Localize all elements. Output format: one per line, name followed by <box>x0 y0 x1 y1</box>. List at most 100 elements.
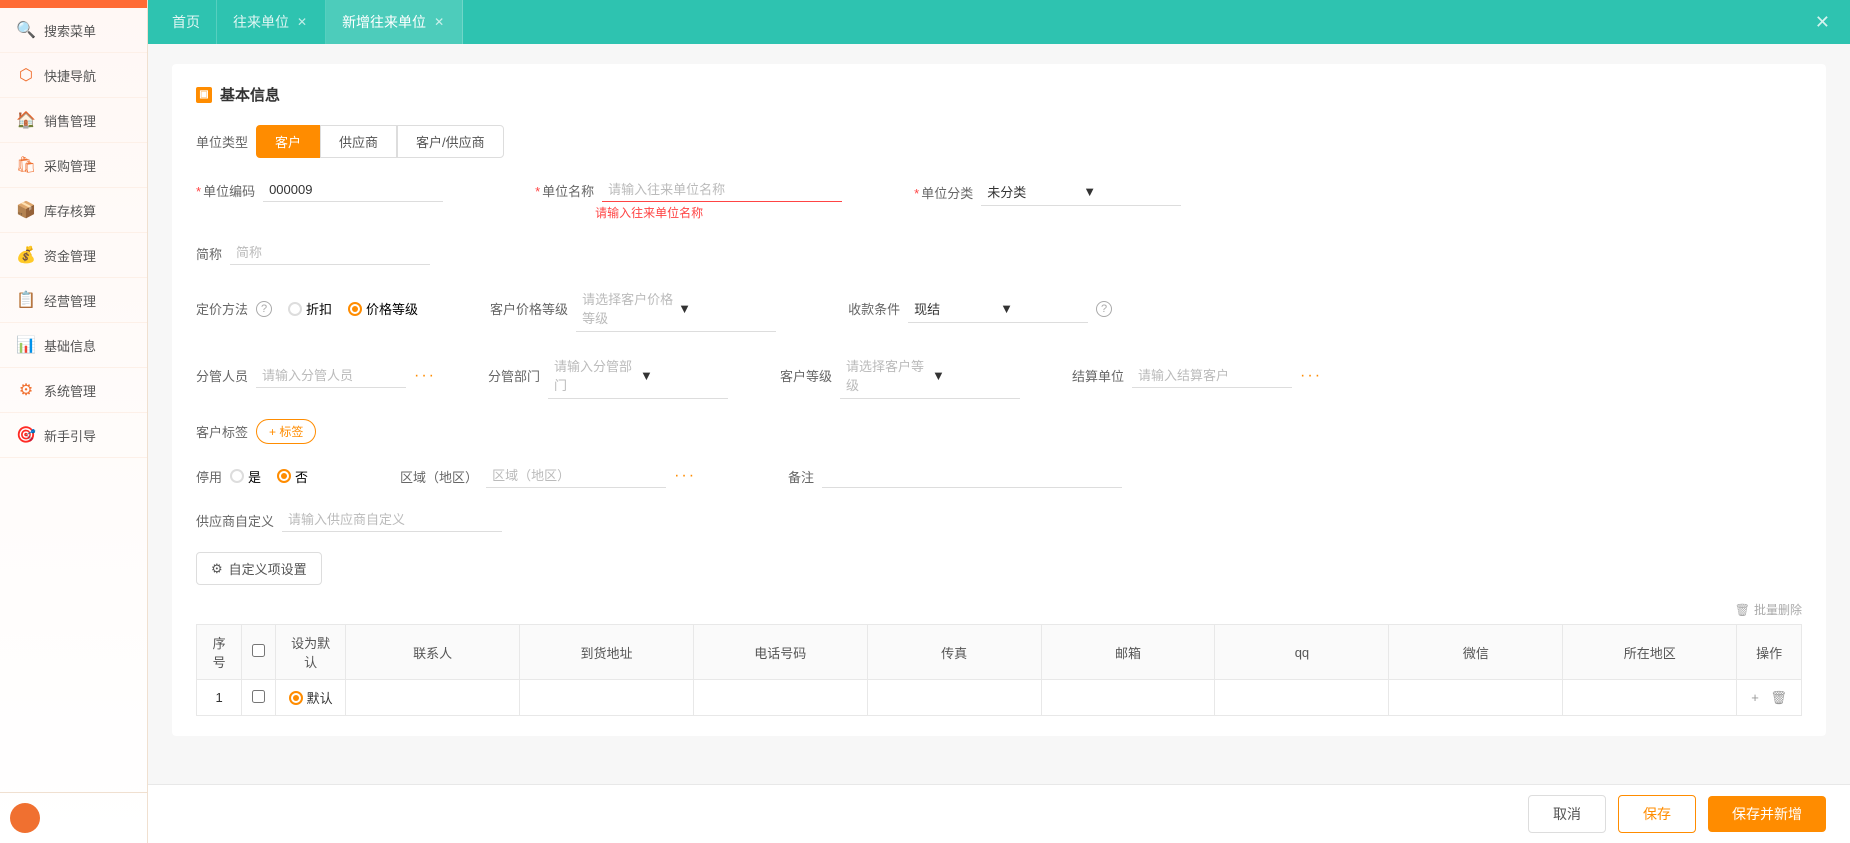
row-address[interactable] <box>520 680 694 716</box>
remark-input[interactable] <box>822 464 1122 488</box>
dept-field: 分管部门 请输入分管部门 ▼ <box>488 352 728 399</box>
unit-code-input[interactable] <box>263 178 443 202</box>
email-input[interactable] <box>1052 690 1205 705</box>
unit-category-field: *单位分类 未分类 ▼ <box>914 178 1181 206</box>
system-icon: ⚙ <box>16 380 36 400</box>
payment-help-icon[interactable]: ? <box>1096 301 1112 317</box>
default-radio-item[interactable]: 默认 <box>286 688 335 707</box>
col-qq: qq <box>1215 625 1389 680</box>
user-avatar[interactable] <box>10 803 40 833</box>
unit-category-label: *单位分类 <box>914 183 973 202</box>
tags-label: 客户标签 <box>196 422 248 441</box>
pricing-help-icon[interactable]: ? <box>256 301 272 317</box>
code-name-category-row: *单位编码 *单位名称 请输入往来单位名称 *单位分类 <box>196 178 1802 221</box>
select-all-checkbox[interactable] <box>252 644 265 657</box>
tab-partners[interactable]: 往来单位 ✕ <box>217 0 326 44</box>
unit-code-label: *单位编码 <box>196 181 255 200</box>
col-index: 序号 <box>197 625 242 680</box>
supplier-custom-row: 供应商自定义 <box>196 508 1802 532</box>
dept-select[interactable]: 请输入分管部门 ▼ <box>548 352 728 399</box>
address-input[interactable] <box>530 690 683 705</box>
grade-radio-dot <box>352 306 358 312</box>
disabled-no-radio[interactable]: 否 <box>277 467 308 486</box>
finance-icon: 💰 <box>16 245 36 265</box>
cancel-button[interactable]: 取消 <box>1528 795 1606 833</box>
row-checkbox[interactable] <box>252 690 265 703</box>
form-content: ▣ 基本信息 单位类型 客户 供应商 客户/供应商 *单位编码 <box>148 44 1850 784</box>
qq-input[interactable] <box>1225 690 1378 705</box>
window-close-icon[interactable]: ✕ <box>1803 12 1842 33</box>
pricing-label: 定价方法 <box>196 299 248 318</box>
default-radio-dot <box>293 695 299 701</box>
sidebar-item-operations[interactable]: 📋 经营管理 <box>0 278 147 323</box>
customer-level-chevron: ▼ <box>932 368 1014 383</box>
region-more-icon[interactable]: ··· <box>674 467 696 485</box>
row-wechat[interactable] <box>1389 680 1563 716</box>
short-name-input[interactable] <box>230 241 430 265</box>
manager-more-icon[interactable]: ··· <box>414 367 436 385</box>
settlement-label: 结算单位 <box>1072 366 1124 385</box>
pricing-discount-radio[interactable]: 折扣 <box>288 299 332 318</box>
sidebar-item-system[interactable]: ⚙ 系统管理 <box>0 368 147 413</box>
add-row-icon[interactable]: + <box>1751 690 1759 705</box>
tab-new-partner-close[interactable]: ✕ <box>432 13 446 31</box>
unit-category-select[interactable]: 未分类 ▼ <box>981 178 1181 206</box>
pricing-grade-radio[interactable]: 价格等级 <box>348 299 418 318</box>
settlement-input[interactable] <box>1132 364 1292 388</box>
price-level-select[interactable]: 请选择客户价格等级 ▼ <box>576 285 776 332</box>
row-fax[interactable] <box>867 680 1041 716</box>
sidebar-item-newguide[interactable]: 🎯 新手引导 <box>0 413 147 458</box>
phone-input[interactable] <box>704 690 857 705</box>
sidebar-label-search: 搜索菜单 <box>44 21 96 40</box>
fax-input[interactable] <box>878 690 1031 705</box>
sidebar-label-newguide: 新手引导 <box>44 426 96 445</box>
save-button[interactable]: 保存 <box>1618 795 1696 833</box>
supplier-custom-input[interactable] <box>282 508 502 532</box>
manager-input[interactable] <box>256 364 406 388</box>
sidebar-item-purchase[interactable]: 🛍 采购管理 <box>0 143 147 188</box>
custom-settings-button[interactable]: ⚙ 自定义项设置 <box>196 552 322 585</box>
disabled-yes-radio[interactable]: 是 <box>230 467 261 486</box>
sidebar-item-finance[interactable]: 💰 资金管理 <box>0 233 147 278</box>
delete-row-icon[interactable]: 🗑 <box>1770 690 1787 705</box>
row-region-input[interactable] <box>1573 690 1726 705</box>
disabled-no-label: 否 <box>295 467 308 486</box>
row-qq[interactable] <box>1215 680 1389 716</box>
type-btn-both[interactable]: 客户/供应商 <box>397 125 504 158</box>
operations-icon: 📋 <box>16 290 36 310</box>
type-btn-supplier[interactable]: 供应商 <box>320 125 397 158</box>
tab-new-partner[interactable]: 新增往来单位 ✕ <box>326 0 463 44</box>
sidebar-item-sales[interactable]: 🏠 销售管理 <box>0 98 147 143</box>
wechat-input[interactable] <box>1399 690 1552 705</box>
customer-level-select[interactable]: 请选择客户等级 ▼ <box>840 352 1020 399</box>
batch-delete-area[interactable]: 🗑 批量删除 <box>196 601 1802 618</box>
row-region[interactable] <box>1563 680 1737 716</box>
payment-terms-select[interactable]: 现结 ▼ <box>908 295 1088 323</box>
col-checkbox[interactable] <box>242 625 276 680</box>
row-phone[interactable] <box>693 680 867 716</box>
sidebar-item-search[interactable]: 🔍 搜索菜单 <box>0 8 147 53</box>
row-email[interactable] <box>1041 680 1215 716</box>
type-btn-customer[interactable]: 客户 <box>256 125 320 158</box>
col-address: 到货地址 <box>520 625 694 680</box>
sidebar-item-inventory[interactable]: 📦 库存核算 <box>0 188 147 233</box>
home-icon: ⬡ <box>16 65 36 85</box>
row-checkbox-cell[interactable] <box>242 680 276 716</box>
tab-home[interactable]: 首页 <box>156 0 217 44</box>
row-contact[interactable] <box>346 680 520 716</box>
unit-name-label: *单位名称 <box>535 181 594 200</box>
contact-input[interactable] <box>356 690 509 705</box>
tab-bar: 首页 往来单位 ✕ 新增往来单位 ✕ ✕ <box>148 0 1850 44</box>
tab-partners-close[interactable]: ✕ <box>295 13 309 31</box>
unit-name-input[interactable] <box>602 178 842 202</box>
region-input[interactable] <box>486 464 666 488</box>
settlement-more-icon[interactable]: ··· <box>1300 367 1322 385</box>
settlement-field: 结算单位 ··· <box>1072 364 1322 388</box>
sidebar-item-quicknav[interactable]: ⬡ 快捷导航 <box>0 53 147 98</box>
add-tag-button[interactable]: + 标签 <box>256 419 316 444</box>
save-new-button[interactable]: 保存并新增 <box>1708 796 1826 832</box>
tags-row: 客户标签 + 标签 <box>196 419 1802 444</box>
gear-icon: ⚙ <box>211 561 223 577</box>
row-index: 1 <box>197 680 242 716</box>
sidebar-item-basic[interactable]: 📊 基础信息 <box>0 323 147 368</box>
